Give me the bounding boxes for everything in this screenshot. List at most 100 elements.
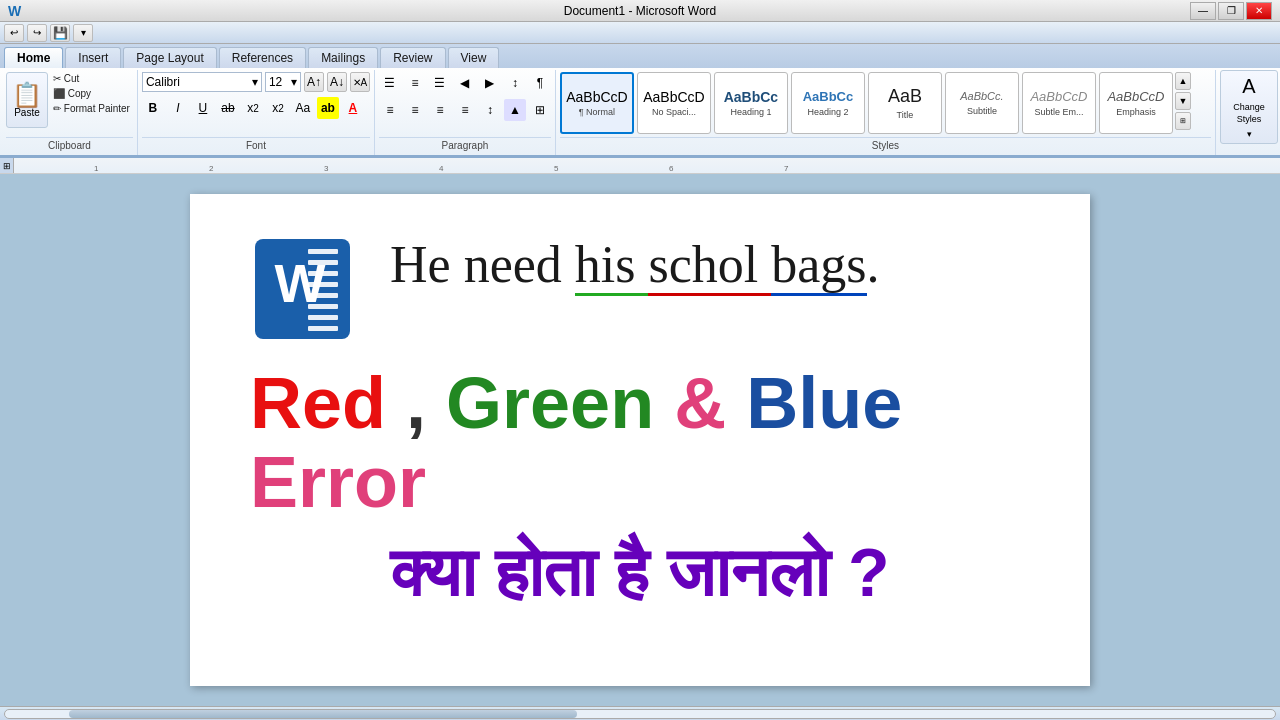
line-spacing-button[interactable]: ↕: [479, 99, 501, 121]
shrink-font-button[interactable]: A↓: [327, 72, 347, 92]
decrease-indent-button[interactable]: ◀: [454, 72, 476, 94]
align-center-button[interactable]: ≡: [404, 99, 426, 121]
paste-label: Paste: [14, 107, 40, 118]
strikethrough-button[interactable]: ab: [217, 97, 239, 119]
copy-button[interactable]: ⬛ Copy: [50, 87, 133, 100]
styles-expand-button[interactable]: ⊞: [1175, 112, 1191, 130]
style-emphasis[interactable]: AaBbCcD Emphasis: [1099, 72, 1173, 134]
show-marks-button[interactable]: ¶: [529, 72, 551, 94]
clipboard-group: 📋 Paste ✂ ✂ CutCut ⬛ Copy ✏ Format Paint…: [2, 70, 138, 155]
svg-rect-8: [308, 315, 338, 320]
font-name-select[interactable]: Calibri ▾: [142, 72, 262, 92]
scrollbar-track[interactable]: [4, 709, 1276, 719]
style-heading2[interactable]: AaBbCc Heading 2: [791, 72, 865, 134]
borders-button[interactable]: ⊞: [529, 99, 551, 121]
grow-font-button[interactable]: A↑: [304, 72, 324, 92]
main-sentence: He need his schol bags.: [390, 234, 1030, 296]
svg-rect-6: [308, 293, 338, 298]
change-styles-button[interactable]: A ChangeStyles ▾: [1220, 70, 1278, 144]
tab-references[interactable]: References: [219, 47, 306, 68]
sentence-part-schol: schol: [648, 236, 771, 296]
tab-page-layout[interactable]: Page Layout: [123, 47, 216, 68]
tab-insert[interactable]: Insert: [65, 47, 121, 68]
doc-header: W He need his schol bags.: [250, 234, 1030, 344]
clipboard-label: Clipboard: [6, 137, 133, 153]
align-left-button[interactable]: ≡: [379, 99, 401, 121]
style-no-spacing[interactable]: AaBbCcD No Spaci...: [637, 72, 711, 134]
sentence-part-he-need: He need: [390, 236, 575, 293]
restore-button[interactable]: ❐: [1218, 2, 1244, 20]
svg-rect-9: [308, 326, 338, 331]
shading-button[interactable]: ▲: [504, 99, 526, 121]
undo-button[interactable]: ↩: [4, 24, 24, 42]
hindi-line: क्या होता है जानलो ?: [250, 532, 1030, 614]
text-blue: Blue: [746, 363, 902, 443]
tab-review[interactable]: Review: [380, 47, 445, 68]
doc-sentence-area: He need his schol bags.: [390, 234, 1030, 296]
redo-button[interactable]: ↪: [27, 24, 47, 42]
svg-rect-2: [308, 249, 338, 254]
document-area: W He need his schol bags.: [0, 174, 1280, 706]
horizontal-scrollbar[interactable]: [0, 706, 1280, 720]
styles-down-button[interactable]: ▼: [1175, 92, 1191, 110]
superscript-button[interactable]: x2: [267, 97, 289, 119]
text-ampersand: &: [654, 363, 746, 443]
svg-rect-7: [308, 304, 338, 309]
paragraph-label: Paragraph: [379, 137, 551, 153]
save-button[interactable]: 💾: [50, 24, 70, 42]
tab-home[interactable]: Home: [4, 47, 63, 68]
tab-view[interactable]: View: [448, 47, 500, 68]
font-size-select[interactable]: 12 ▾: [265, 72, 301, 92]
cut-button[interactable]: ✂ ✂ CutCut: [50, 72, 133, 85]
align-right-button[interactable]: ≡: [429, 99, 451, 121]
styles-navigation: ▲ ▼ ⊞: [1175, 72, 1191, 130]
sort-button[interactable]: ↕: [504, 72, 526, 94]
svg-rect-5: [308, 282, 338, 287]
subscript-button[interactable]: x2: [242, 97, 264, 119]
clear-format-button[interactable]: ✕A: [350, 72, 370, 92]
style-heading1[interactable]: AaBbCc Heading 1: [714, 72, 788, 134]
paragraph-group: ☰ ≡ ☰ ◀ ▶ ↕ ¶ ≡ ≡ ≡ ≡ ↕ ▲: [375, 70, 556, 155]
format-painter-button[interactable]: ✏ Format Painter: [50, 102, 133, 115]
tab-bar: Home Insert Page Layout References Maili…: [0, 44, 1280, 68]
sentence-part-period: .: [867, 236, 880, 293]
text-green: Green: [446, 363, 654, 443]
justify-button[interactable]: ≡: [454, 99, 476, 121]
change-styles-icon: A: [1242, 75, 1255, 98]
style-title[interactable]: AaB Title: [868, 72, 942, 134]
svg-rect-3: [308, 260, 338, 265]
sentence-part-his: his: [575, 236, 649, 296]
text-highlight-button[interactable]: ab: [317, 97, 339, 119]
styles-label: Styles: [560, 137, 1211, 153]
style-normal[interactable]: AaBbCcD ¶ Normal: [560, 72, 634, 134]
style-subtitle[interactable]: AaBbCc. Subtitle: [945, 72, 1019, 134]
ribbon: Home Insert Page Layout References Maili…: [0, 44, 1280, 158]
multilevel-button[interactable]: ☰: [429, 72, 451, 94]
paste-button[interactable]: 📋 Paste: [6, 72, 48, 128]
bullets-button[interactable]: ☰: [379, 72, 401, 94]
font-color-button[interactable]: A: [342, 97, 364, 119]
numbering-button[interactable]: ≡: [404, 72, 426, 94]
sentence-part-bags: bags: [771, 236, 866, 296]
text-red: Red: [250, 363, 386, 443]
bold-button[interactable]: B: [142, 97, 164, 119]
italic-button[interactable]: I: [167, 97, 189, 119]
svg-rect-4: [308, 271, 338, 276]
tab-mailings[interactable]: Mailings: [308, 47, 378, 68]
increase-indent-button[interactable]: ▶: [479, 72, 501, 94]
scrollbar-thumb[interactable]: [69, 710, 577, 718]
text-comma: ,: [386, 363, 446, 443]
minimize-button[interactable]: —: [1190, 2, 1216, 20]
ribbon-content: 📋 Paste ✂ ✂ CutCut ⬛ Copy ✏ Format Paint…: [0, 68, 1280, 156]
style-subtle-emphasis[interactable]: AaBbCcD Subtle Em...: [1022, 72, 1096, 134]
change-styles-arrow: ▾: [1247, 129, 1252, 139]
close-button[interactable]: ✕: [1246, 2, 1272, 20]
styles-up-button[interactable]: ▲: [1175, 72, 1191, 90]
underline-button[interactable]: U: [192, 97, 214, 119]
colored-line: Red , Green & Blue Error: [250, 364, 1030, 522]
change-case-button[interactable]: Aa: [292, 97, 314, 119]
quick-access-more-button[interactable]: ▾: [73, 24, 93, 42]
ruler-corner[interactable]: ⊞: [0, 158, 14, 173]
styles-group: AaBbCcD ¶ Normal AaBbCcD No Spaci... AaB…: [556, 70, 1216, 155]
font-label: Font: [142, 137, 370, 153]
